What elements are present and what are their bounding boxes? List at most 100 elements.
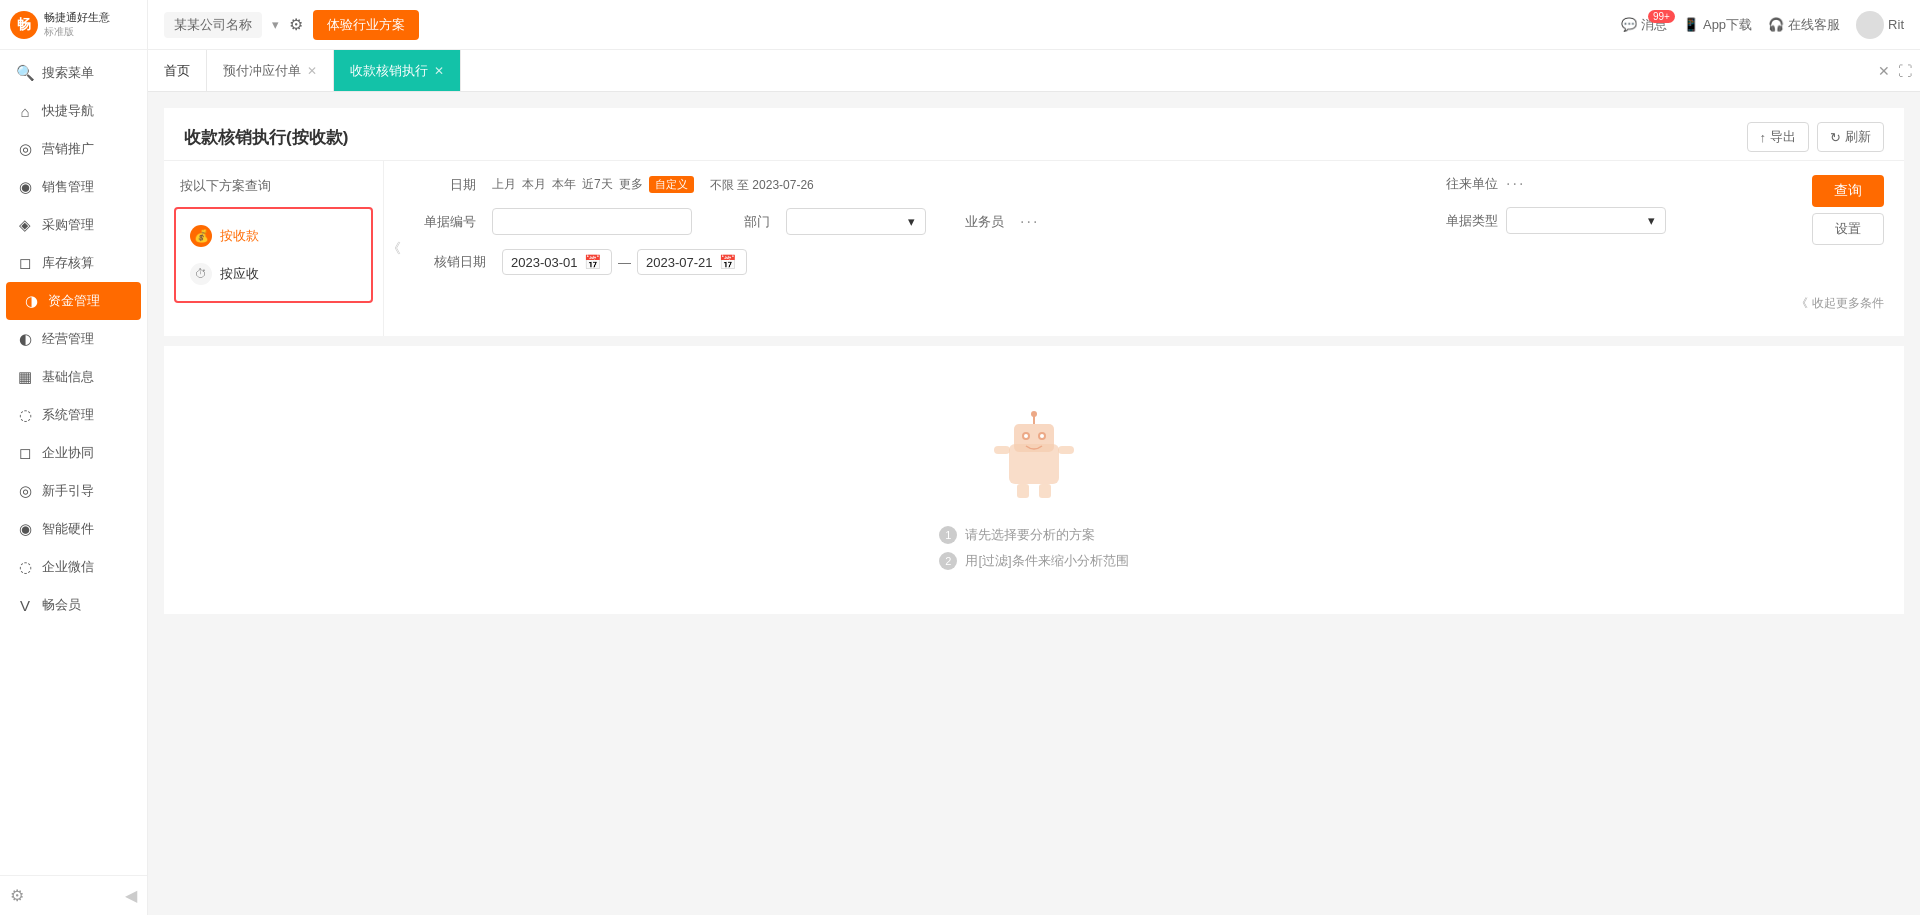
- receivable-option-label: 按应收: [220, 265, 259, 283]
- date-this-month[interactable]: 本月: [522, 176, 546, 193]
- search-icon: 🔍: [16, 64, 34, 82]
- sidebar-label-finance: 资金管理: [48, 292, 100, 310]
- query-btn-col: 查询 设置: [1812, 175, 1884, 245]
- user-info[interactable]: Rit: [1856, 11, 1904, 39]
- dept-dropdown-icon: ▾: [908, 214, 915, 229]
- topbar-gear-icon[interactable]: ⚙: [289, 15, 303, 34]
- sidebar-item-operation[interactable]: ◐经营管理: [0, 320, 147, 358]
- svg-rect-10: [994, 446, 1010, 454]
- date-this-year[interactable]: 本年: [552, 176, 576, 193]
- sidebar-item-purchase[interactable]: ◈采购管理: [0, 206, 147, 244]
- enterprise-icon: ◻: [16, 444, 34, 462]
- sidebar-item-search[interactable]: 🔍 搜索菜单: [0, 54, 147, 92]
- sidebar-label-quick-nav: 快捷导航: [42, 102, 94, 120]
- topbar: 某某公司名称 ▾ ⚙ 体验行业方案 💬 消息 99+ 📱 App下载 🎧 在线客…: [148, 0, 1920, 50]
- calendar-start-icon: 📅: [584, 254, 601, 270]
- sidebar-item-hardware[interactable]: ◉智能硬件: [0, 510, 147, 548]
- receipt-verify-close-icon[interactable]: ✕: [434, 64, 444, 78]
- date-group: 上月 本月 本年 近7天 更多 自定义: [492, 176, 694, 193]
- sidebar-label-vip: 畅会员: [42, 596, 81, 614]
- sidebar-label-enterprise: 企业协同: [42, 444, 94, 462]
- filter-option-receipt[interactable]: 💰 按收款: [176, 217, 371, 255]
- tab-home[interactable]: 首页: [148, 50, 207, 91]
- calendar-end-icon: 📅: [719, 254, 736, 270]
- sidebar-label-purchase: 采购管理: [42, 216, 94, 234]
- prepay-label: 预付冲应付单: [223, 62, 301, 80]
- chevron-left-icon: 《: [387, 240, 401, 258]
- filter-option-receivable[interactable]: ⏱ 按应收: [176, 255, 371, 293]
- date-last-month[interactable]: 上月: [492, 176, 516, 193]
- export-btn[interactable]: ↑ 导出: [1747, 122, 1810, 152]
- sidebar-label-search: 搜索菜单: [42, 64, 94, 82]
- verify-date-end[interactable]: 2023-07-21 📅: [637, 249, 747, 275]
- industry-btn[interactable]: 体验行业方案: [313, 10, 419, 40]
- chevron-down-icon: ▾: [272, 17, 279, 32]
- sidebar-item-finance[interactable]: ◑资金管理: [6, 282, 141, 320]
- date-custom-badge[interactable]: 自定义: [649, 176, 694, 193]
- sidebar-item-vip[interactable]: V 畅会员: [0, 586, 147, 624]
- collapse-more-label: 收起更多条件: [1812, 295, 1884, 312]
- query-btn[interactable]: 查询: [1812, 175, 1884, 207]
- empty-state: 1 请先选择要分析的方案 2 用[过滤]条件来缩小分析范围: [164, 346, 1904, 614]
- doc-type-select[interactable]: ▾: [1506, 207, 1666, 234]
- setting-btn[interactable]: 设置: [1812, 213, 1884, 245]
- date-more[interactable]: 更多: [619, 176, 643, 193]
- service-label: 在线客服: [1788, 16, 1840, 34]
- avatar: [1856, 11, 1884, 39]
- sidebar-item-enterprise[interactable]: ◻ 企业协同: [0, 434, 147, 472]
- vip-icon: V: [16, 597, 34, 614]
- sidebar-item-quick-nav[interactable]: ⌂快捷导航: [0, 92, 147, 130]
- filter-collapse-btn[interactable]: 《: [384, 161, 404, 336]
- sidebar-item-basic[interactable]: ▦基础信息: [0, 358, 147, 396]
- doc-type-label: 单据类型: [1436, 212, 1498, 230]
- sidebar-label-system: 系统管理: [42, 406, 94, 424]
- sidebar-gear-icon[interactable]: ⚙: [10, 886, 24, 905]
- message-btn[interactable]: 💬 消息 99+: [1621, 16, 1667, 34]
- sidebar-label-operation: 经营管理: [42, 330, 94, 348]
- sales-icon: ◉: [16, 178, 34, 196]
- collapse-up-icon: 《: [1796, 295, 1808, 312]
- date-7days[interactable]: 近7天: [582, 176, 613, 193]
- expand-icon[interactable]: ⛶: [1898, 63, 1912, 79]
- sidebar-label-hardware: 智能硬件: [42, 520, 94, 538]
- filter-sidebar: 按以下方案查询 💰 按收款 ⏱ 按应收: [164, 161, 384, 336]
- basic-icon: ▦: [16, 368, 34, 386]
- close-all-tabs-icon[interactable]: ✕: [1878, 63, 1890, 79]
- dept-select[interactable]: ▾: [786, 208, 926, 235]
- sidebar-item-system[interactable]: ◌系统管理: [0, 396, 147, 434]
- sidebar-label-inventory: 库存核算: [42, 254, 94, 272]
- tab-receipt-verify[interactable]: 收款核销执行 ✕: [334, 50, 461, 91]
- online-service-btn[interactable]: 🎧 在线客服: [1768, 16, 1840, 34]
- collapse-more-btn[interactable]: 《 收起更多条件: [1796, 295, 1884, 312]
- receipt-option-label: 按收款: [220, 227, 259, 245]
- filter-main: 日期 上月 本月 本年 近7天 更多 自定义: [404, 161, 1904, 336]
- logo-icon: 畅: [10, 11, 38, 39]
- prepay-close-icon[interactable]: ✕: [307, 64, 317, 78]
- sidebar-item-sales[interactable]: ◉销售管理: [0, 168, 147, 206]
- export-label: 导出: [1770, 128, 1796, 146]
- sidebar-item-guide[interactable]: ◎新手引导: [0, 472, 147, 510]
- tab-prepay[interactable]: 预付冲应付单 ✕: [207, 50, 334, 91]
- partner-dots-btn[interactable]: ···: [1506, 175, 1525, 193]
- verify-date-start[interactable]: 2023-03-01 📅: [502, 249, 612, 275]
- date-separator: —: [618, 255, 631, 270]
- doc-no-input[interactable]: [492, 208, 692, 235]
- app-download-btn[interactable]: 📱 App下载: [1683, 16, 1752, 34]
- staff-dots-btn[interactable]: ···: [1020, 213, 1039, 231]
- marketing-icon: ◎: [16, 140, 34, 158]
- svg-rect-11: [1058, 446, 1074, 454]
- export-icon: ↑: [1760, 130, 1767, 145]
- sidebar-item-inventory[interactable]: ◻库存核算: [0, 244, 147, 282]
- sidebar-item-marketing[interactable]: ◎营销推广: [0, 130, 147, 168]
- refresh-label: 刷新: [1845, 128, 1871, 146]
- tabs-bar-right: ✕ ⛶: [1878, 63, 1920, 79]
- verify-start-value: 2023-03-01: [511, 255, 578, 270]
- sidebar-collapse-icon[interactable]: ◀: [125, 886, 137, 905]
- sidebar-item-weixin[interactable]: ◌企业微信: [0, 548, 147, 586]
- company-name[interactable]: 某某公司名称: [164, 12, 262, 38]
- refresh-btn[interactable]: ↻ 刷新: [1817, 122, 1884, 152]
- guide-icon: ◎: [16, 482, 34, 500]
- home-label: 首页: [164, 62, 190, 80]
- sidebar-label-weixin: 企业微信: [42, 558, 94, 576]
- empty-tip-2: 2 用[过滤]条件来缩小分析范围: [939, 548, 1128, 574]
